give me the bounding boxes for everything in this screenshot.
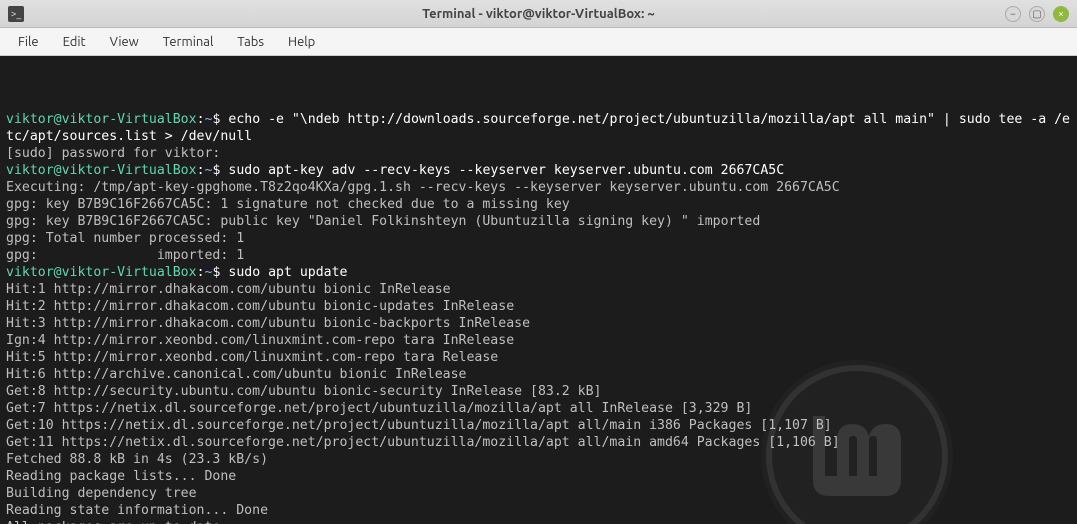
menu-view[interactable]: View (100, 31, 149, 53)
terminal-line: Hit:5 http://mirror.xeonbd.com/linuxmint… (6, 349, 1071, 366)
terminal-line: Get:7 https://netix.dl.sourceforge.net/p… (6, 400, 1071, 417)
terminal-line: Get:11 https://netix.dl.sourceforge.net/… (6, 434, 1071, 451)
menu-file[interactable]: File (8, 31, 49, 53)
terminal-line: Reading package lists... Done (6, 468, 1071, 485)
prompt-symbol: $ (212, 112, 220, 127)
terminal-line: viktor@viktor-VirtualBox:~$ echo -e "\nd… (6, 111, 1071, 145)
command-text: sudo apt-key adv --recv-keys --keyserver… (228, 163, 784, 178)
window-title: Terminal - viktor@viktor-VirtualBox: ~ (422, 7, 654, 21)
terminal-line: gpg: key B7B9C16F2667CA5C: 1 signature n… (6, 196, 1071, 213)
prompt-symbol: $ (212, 163, 220, 178)
terminal-line: Executing: /tmp/apt-key-gpghome.T8z2qo4K… (6, 179, 1071, 196)
terminal-line: Building dependency tree (6, 485, 1071, 502)
terminal-line: gpg: Total number processed: 1 (6, 230, 1071, 247)
window-controls: − ▢ × (1005, 6, 1069, 22)
terminal-line: Ign:4 http://mirror.xeonbd.com/linuxmint… (6, 332, 1071, 349)
terminal-line: Hit:2 http://mirror.dhakacom.com/ubuntu … (6, 298, 1071, 315)
prompt-userhost: viktor@viktor-VirtualBox (6, 112, 197, 127)
terminal-line: All packages are up to date. (6, 519, 1071, 524)
minimize-button[interactable]: − (1005, 6, 1021, 22)
terminal-line: Hit:3 http://mirror.dhakacom.com/ubuntu … (6, 315, 1071, 332)
terminal-line: Hit:1 http://mirror.dhakacom.com/ubuntu … (6, 281, 1071, 298)
terminal-line: Get:10 https://netix.dl.sourceforge.net/… (6, 417, 1071, 434)
terminal-line: viktor@viktor-VirtualBox:~$ sudo apt-key… (6, 162, 1071, 179)
prompt-colon: : (197, 163, 205, 178)
maximize-button[interactable]: ▢ (1029, 6, 1045, 22)
menu-help[interactable]: Help (278, 31, 325, 53)
terminal-line: [sudo] password for viktor: (6, 145, 1071, 162)
menu-edit[interactable]: Edit (53, 31, 96, 53)
prompt-colon: : (197, 265, 205, 280)
prompt-colon: : (197, 112, 205, 127)
menubar: File Edit View Terminal Tabs Help (0, 28, 1077, 56)
titlebar: >_ Terminal - viktor@viktor-VirtualBox: … (0, 0, 1077, 28)
prompt-userhost: viktor@viktor-VirtualBox (6, 163, 197, 178)
terminal-viewport[interactable]: viktor@viktor-VirtualBox:~$ echo -e "\nd… (0, 56, 1077, 524)
terminal-line: Get:8 http://security.ubuntu.com/ubuntu … (6, 383, 1071, 400)
terminal-line: viktor@viktor-VirtualBox:~$ sudo apt upd… (6, 264, 1071, 281)
terminal-line: gpg: imported: 1 (6, 247, 1071, 264)
terminal-content: viktor@viktor-VirtualBox:~$ echo -e "\nd… (6, 111, 1071, 524)
terminal-line: gpg: key B7B9C16F2667CA5C: public key "D… (6, 213, 1071, 230)
terminal-icon: >_ (8, 6, 24, 22)
prompt-symbol: $ (212, 265, 220, 280)
prompt-userhost: viktor@viktor-VirtualBox (6, 265, 197, 280)
command-text: sudo apt update (228, 265, 347, 280)
terminal-line: Reading state information... Done (6, 502, 1071, 519)
terminal-line: Hit:6 http://archive.canonical.com/ubunt… (6, 366, 1071, 383)
close-button[interactable]: × (1053, 6, 1069, 22)
menu-tabs[interactable]: Tabs (227, 31, 274, 53)
menu-terminal[interactable]: Terminal (153, 31, 224, 53)
terminal-line: Fetched 88.8 kB in 4s (23.3 kB/s) (6, 451, 1071, 468)
